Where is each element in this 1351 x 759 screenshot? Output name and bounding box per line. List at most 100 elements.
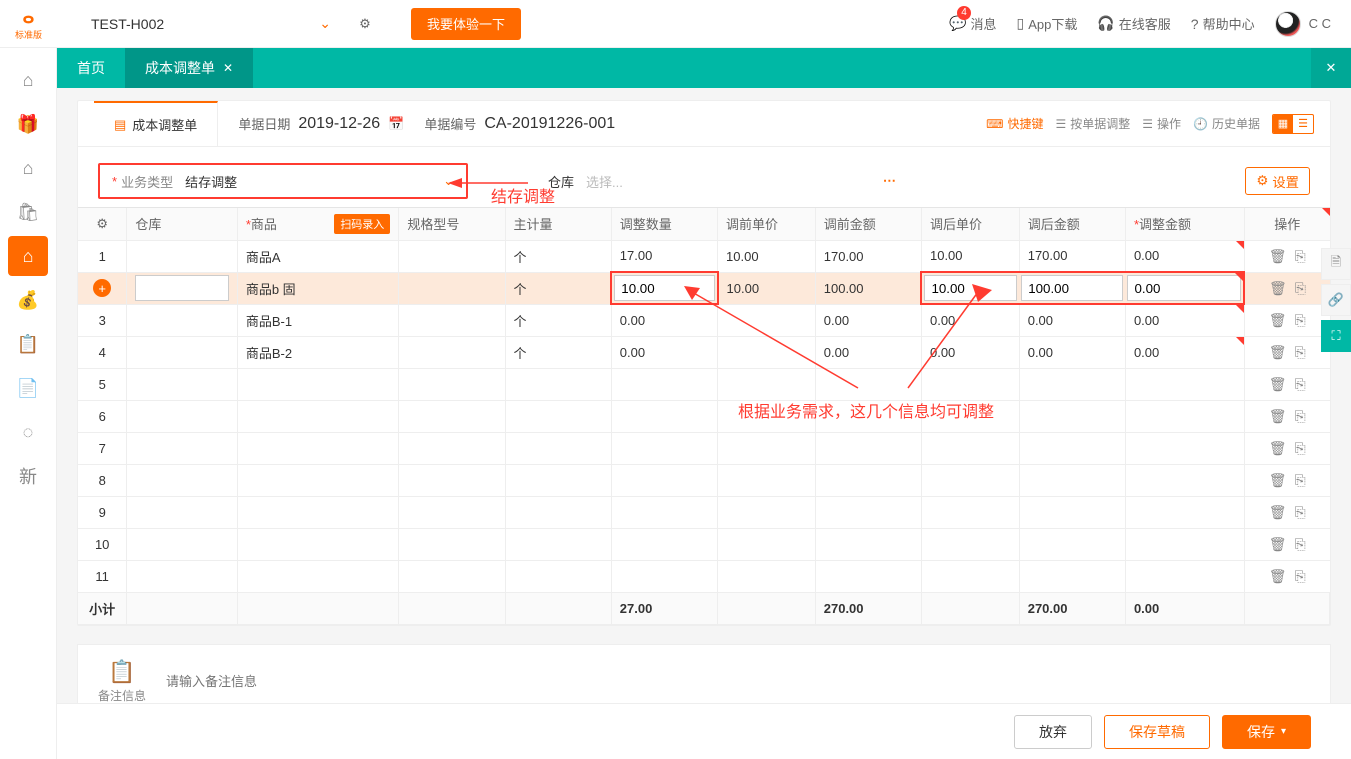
data-table: ⚙ 仓库 *商品扫码录入 规格型号 主计量 调整数量 调前单价 调前金额 调后单… — [78, 207, 1330, 625]
phone-icon: ▯ — [1016, 15, 1024, 32]
logo: ⴰ 标准版 — [0, 7, 57, 41]
sidebar-cycle[interactable]: ◌ — [8, 412, 48, 452]
close-icon[interactable]: ✕ — [223, 61, 233, 75]
delete-icon[interactable]: 🗑 — [1269, 312, 1287, 329]
tab-cost-adjustment[interactable]: 成本调整单 ✕ — [125, 48, 253, 88]
sidebar-money[interactable]: 💰 — [8, 280, 48, 320]
col-ops: 操作 — [1244, 208, 1329, 240]
after-amt-input[interactable] — [1021, 275, 1123, 301]
project-select[interactable]: TEST-H002 ⌄ — [81, 8, 341, 40]
online-service-button[interactable]: 🎧 在线客服 — [1097, 14, 1170, 33]
copy-icon[interactable]: ⎘ — [1295, 472, 1306, 489]
table-row[interactable]: 6🗑⎘ — [78, 400, 1330, 432]
view-toggle[interactable]: ▦ ☰ — [1272, 114, 1314, 134]
more-icon: ⋯ — [883, 173, 896, 189]
footer: 放弃 保存草稿 保存▾ — [57, 703, 1351, 759]
right-float-toolbar: 🗎 🔗 ⛶ — [1321, 248, 1351, 356]
table-row[interactable]: 9🗑⎘ — [78, 496, 1330, 528]
copy-icon[interactable]: ⎘ — [1295, 280, 1306, 297]
action-operations[interactable]: ☰操作 — [1142, 115, 1181, 132]
table-row[interactable]: 10🗑⎘ — [78, 528, 1330, 560]
add-row-icon[interactable]: + — [93, 279, 111, 297]
cta-experience-button[interactable]: 我要体验一下 — [411, 8, 521, 40]
doc-title: 成本调整单 — [132, 115, 197, 134]
doc-header: ▤ 成本调整单 单据日期 2019-12-26 📅 单据编号 CA-201912… — [78, 101, 1330, 147]
col-warehouse: 仓库 — [127, 208, 237, 240]
sidebar-bag[interactable]: 🛍 — [8, 192, 48, 232]
table-row[interactable]: 7🗑⎘ — [78, 432, 1330, 464]
delete-icon[interactable]: 🗑 — [1269, 504, 1287, 521]
scan-button[interactable]: 扫码录入 — [334, 214, 390, 234]
delete-icon[interactable]: 🗑 — [1269, 280, 1287, 297]
warehouse-select[interactable]: 仓库 选择... ⋯ — [548, 172, 896, 191]
warehouse-input[interactable] — [135, 275, 228, 301]
chevron-down-icon: ⌄ — [319, 15, 331, 32]
list-icon: ☰ — [1293, 115, 1313, 133]
copy-icon[interactable]: ⎘ — [1295, 248, 1306, 265]
sidebar-warehouse[interactable]: ⌂ — [8, 236, 48, 276]
settings-button[interactable]: ⚙ 设置 — [1245, 167, 1310, 195]
float-link[interactable]: 🔗 — [1321, 284, 1351, 316]
adj-amt-input[interactable] — [1127, 275, 1241, 301]
save-button[interactable]: 保存▾ — [1222, 715, 1311, 749]
copy-icon[interactable]: ⎘ — [1295, 504, 1306, 521]
delete-icon[interactable]: 🗑 — [1269, 568, 1287, 585]
sidebar-home[interactable]: ⌂ — [8, 60, 48, 100]
ops-icon: ☰ — [1142, 117, 1153, 131]
chevron-down-icon: ▾ — [1281, 726, 1286, 737]
date-value[interactable]: 2019-12-26 — [298, 115, 380, 133]
table-row[interactable]: 8🗑⎘ — [78, 464, 1330, 496]
float-note[interactable]: 🗎 — [1321, 248, 1351, 280]
settings-icon-button[interactable]: ⚙ — [349, 8, 381, 40]
table-row[interactable]: 1商品A个17.0010.00170.0010.00170.000.00🗑⎘ — [78, 240, 1330, 272]
action-shortcut[interactable]: ⌨快捷键 — [986, 115, 1043, 132]
delete-icon[interactable]: 🗑 — [1269, 536, 1287, 553]
calendar-icon[interactable]: 📅 — [388, 116, 404, 132]
user-menu[interactable]: C C — [1275, 11, 1331, 37]
help-button[interactable]: ? 帮助中心 — [1191, 14, 1255, 33]
copy-icon[interactable]: ⎘ — [1295, 312, 1306, 329]
copy-icon[interactable]: ⎘ — [1295, 376, 1306, 393]
delete-icon[interactable]: 🗑 — [1269, 408, 1287, 425]
sidebar-clipboard[interactable]: 📋 — [8, 324, 48, 364]
app-download-button[interactable]: ▯ App下载 — [1016, 14, 1077, 33]
top-header: ⴰ 标准版 TEST-H002 ⌄ ⚙ 我要体验一下 💬 4 消息 ▯ App下… — [0, 0, 1351, 48]
action-by-doc[interactable]: ☰按单据调整 — [1055, 115, 1130, 132]
sidebar-house[interactable]: ⌂ — [8, 148, 48, 188]
discard-button[interactable]: 放弃 — [1014, 715, 1092, 749]
sidebar-form[interactable]: 📄 — [8, 368, 48, 408]
copy-icon[interactable]: ⎘ — [1295, 344, 1306, 361]
col-after-price: 调后单价 — [921, 208, 1019, 240]
float-expand[interactable]: ⛶ — [1321, 320, 1351, 352]
document-icon: ▤ — [114, 117, 126, 133]
col-gear[interactable]: ⚙ — [78, 208, 127, 240]
copy-icon[interactable]: ⎘ — [1295, 568, 1306, 585]
user-name: C C — [1309, 16, 1331, 31]
table-row[interactable]: 11🗑⎘ — [78, 560, 1330, 592]
tab-home[interactable]: 首页 — [57, 48, 125, 88]
delete-icon[interactable]: 🗑 — [1269, 472, 1287, 489]
save-draft-button[interactable]: 保存草稿 — [1104, 715, 1210, 749]
delete-icon[interactable]: 🗑 — [1269, 344, 1287, 361]
remarks-input[interactable] — [166, 674, 1310, 689]
sidebar-new[interactable]: 新 — [8, 456, 48, 496]
business-type-select[interactable]: * 业务类型 结存调整 ⌄ — [98, 163, 468, 199]
col-adj-amt: *调整金额 — [1125, 208, 1244, 240]
copy-icon[interactable]: ⎘ — [1295, 440, 1306, 457]
delete-icon[interactable]: 🗑 — [1269, 248, 1287, 265]
tab-bar-close[interactable]: ✕ — [1311, 48, 1351, 88]
doc-date: 单据日期 2019-12-26 📅 — [238, 114, 404, 133]
copy-icon[interactable]: ⎘ — [1295, 536, 1306, 553]
filter-row: * 业务类型 结存调整 ⌄ 仓库 选择... ⋯ ⚙ 设置 结存调整 — [78, 147, 1330, 207]
delete-icon[interactable]: 🗑 — [1269, 376, 1287, 393]
left-sidebar: ⌂ 🎁 ⌂ 🛍 ⌂ 💰 📋 📄 ◌ 新 — [0, 48, 57, 759]
copy-icon[interactable]: ⎘ — [1295, 408, 1306, 425]
sidebar-gift[interactable]: 🎁 — [8, 104, 48, 144]
adjust-icon: ☰ — [1055, 117, 1066, 131]
help-icon: ? — [1191, 16, 1199, 32]
delete-icon[interactable]: 🗑 — [1269, 440, 1287, 457]
message-button[interactable]: 💬 4 消息 — [949, 14, 996, 33]
action-history[interactable]: 🕘历史单据 — [1193, 115, 1260, 132]
annotation-arrow — [678, 278, 1008, 398]
col-before-price: 调前单价 — [718, 208, 816, 240]
